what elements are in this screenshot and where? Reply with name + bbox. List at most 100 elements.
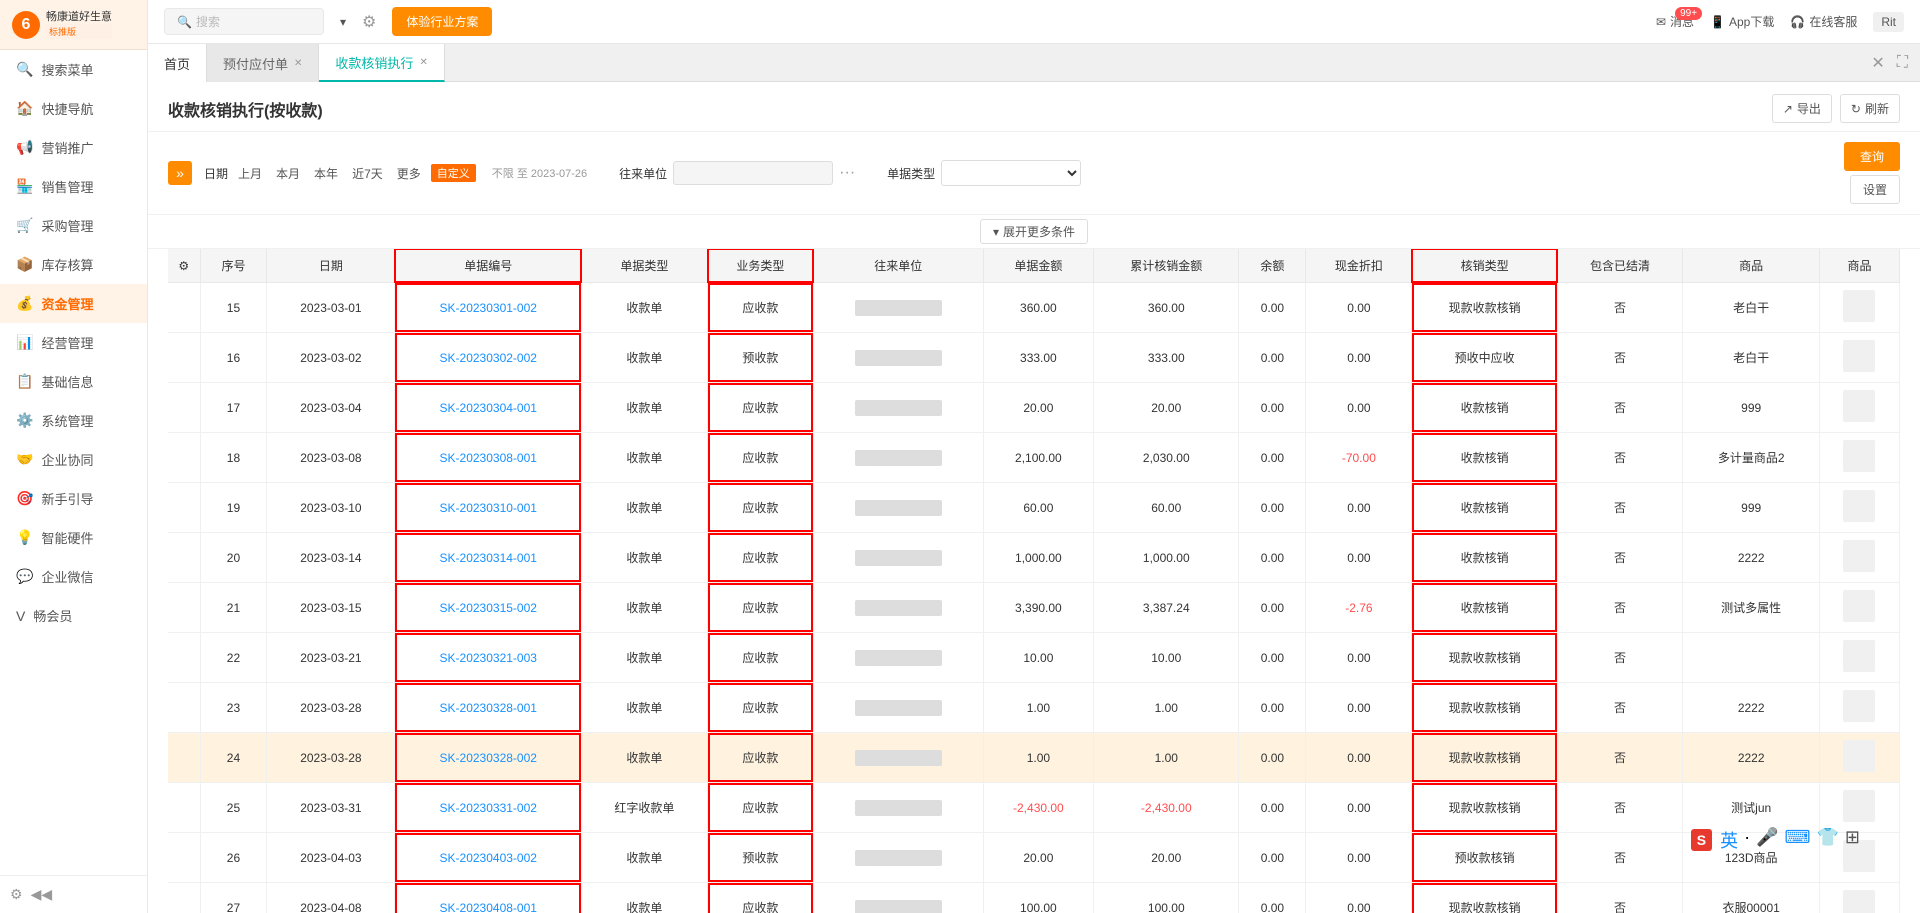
maximize-icon[interactable]: ⛶ xyxy=(1893,50,1912,76)
bill-no-link-7[interactable]: SK-20230321-003 xyxy=(440,651,537,665)
sidebar-item-hardware[interactable]: 💡 智能硬件 xyxy=(0,518,147,557)
sidebar-item-finance[interactable]: 💰 资金管理 xyxy=(0,284,147,323)
cell-no-6: 21 xyxy=(200,583,267,633)
cell-cumulative-9: 1.00 xyxy=(1094,733,1239,783)
date-more[interactable]: 更多 xyxy=(393,163,425,184)
cell-settings-0 xyxy=(168,283,200,333)
date-custom-label[interactable]: 自定义 xyxy=(431,164,476,182)
query-button[interactable]: 查询 xyxy=(1844,142,1900,171)
sidebar-item-sales[interactable]: 🏪 销售管理 xyxy=(0,167,147,206)
cell-no-4: 19 xyxy=(200,483,267,533)
cell-bill-no-3: SK-20230308-001 xyxy=(395,433,582,483)
cell-goods-img-4 xyxy=(1819,483,1899,533)
cell-bill-type-11: 收款单 xyxy=(582,833,708,883)
online-service-button[interactable]: 🎧 在线客服 xyxy=(1790,13,1857,30)
cell-include-settled-3: 否 xyxy=(1557,433,1683,483)
cell-settings-8 xyxy=(168,683,200,733)
th-counterpart: 往来单位 xyxy=(813,249,983,283)
sidebar-item-basic[interactable]: 📋 基础信息 xyxy=(0,362,147,401)
cell-cash-discount-5: 0.00 xyxy=(1306,533,1412,583)
tab-close-prepay[interactable]: ✕ xyxy=(294,58,302,69)
sidebar-item-marketing[interactable]: 📢 营销推广 xyxy=(0,128,147,167)
cell-settings-9 xyxy=(168,733,200,783)
sidebar-item-operation[interactable]: 📊 经营管理 xyxy=(0,323,147,362)
bill-type-select[interactable] xyxy=(941,160,1081,186)
cell-amount-1: 333.00 xyxy=(983,333,1094,383)
sidebar-item-member[interactable]: V 畅会员 xyxy=(0,596,147,635)
filter-more-dots[interactable]: ··· xyxy=(839,164,855,182)
cell-biz-type-10: 应收款 xyxy=(707,783,813,833)
watermark-logo: S xyxy=(1691,829,1712,851)
sidebar-item-wechat[interactable]: 💬 企业微信 xyxy=(0,557,147,596)
cell-settings-6 xyxy=(168,583,200,633)
refresh-button[interactable]: ↻ 刷新 xyxy=(1840,94,1900,123)
bill-no-link-5[interactable]: SK-20230314-001 xyxy=(440,551,537,565)
marketing-icon: 📢 xyxy=(16,139,33,156)
bill-no-link-12[interactable]: SK-20230408-001 xyxy=(440,901,537,913)
settings-bottom-icon[interactable]: ⚙ xyxy=(10,886,23,903)
bill-no-link-1[interactable]: SK-20230302-002 xyxy=(440,351,537,365)
cell-write-off-type-9: 现款收款核销 xyxy=(1412,733,1557,783)
refresh-icon: ↻ xyxy=(1851,102,1861,116)
watermark-icon-6: ⊞ xyxy=(1845,827,1860,853)
topbar-search-box[interactable]: 🔍 搜索 xyxy=(164,8,324,35)
date-last-month[interactable]: 上月 xyxy=(234,163,266,184)
th-write-off-type: 核销类型 xyxy=(1412,249,1557,283)
filter-settings-button[interactable]: 设置 xyxy=(1850,175,1900,204)
counterpart-input[interactable] xyxy=(673,161,833,185)
cell-goods-img-10 xyxy=(1819,783,1899,833)
bill-no-link-8[interactable]: SK-20230328-001 xyxy=(440,701,537,715)
collapse-icon[interactable]: ◀◀ xyxy=(31,886,53,903)
watermark-icon-4: ⌨ xyxy=(1785,827,1811,853)
bill-no-link-2[interactable]: SK-20230304-001 xyxy=(440,401,537,415)
cell-include-settled-5: 否 xyxy=(1557,533,1683,583)
sidebar-label-quicknav: 快捷导航 xyxy=(41,99,93,118)
th-bill-no: 单据编号 xyxy=(395,249,582,283)
export-button[interactable]: ↗ 导出 xyxy=(1772,94,1832,123)
tab-prepay[interactable]: 预付应付单✕ xyxy=(207,44,319,82)
sidebar-item-system[interactable]: ⚙️ 系统管理 xyxy=(0,401,147,440)
cell-settings-10 xyxy=(168,783,200,833)
cell-goods-3: 多计量商品2 xyxy=(1683,433,1820,483)
bill-no-link-4[interactable]: SK-20230310-001 xyxy=(440,501,537,515)
table-row: 19 2023-03-10 SK-20230310-001 收款单 应收款 ██… xyxy=(168,483,1900,533)
sidebar-item-purchase[interactable]: 🛒 采购管理 xyxy=(0,206,147,245)
app-download-button[interactable]: 📱 App下载 xyxy=(1710,13,1774,30)
sidebar-item-quicknav[interactable]: 🏠 快捷导航 xyxy=(0,89,147,128)
cell-bill-no-11: SK-20230403-002 xyxy=(395,833,582,883)
cell-no-1: 16 xyxy=(200,333,267,383)
cell-cumulative-2: 20.00 xyxy=(1094,383,1239,433)
bill-no-link-3[interactable]: SK-20230308-001 xyxy=(440,451,537,465)
cell-no-5: 20 xyxy=(200,533,267,583)
message-button[interactable]: ✉ 消息 99+ xyxy=(1656,13,1694,30)
inventory-icon: 📦 xyxy=(16,256,33,273)
cell-goods-8: 2222 xyxy=(1683,683,1820,733)
sidebar-item-corp[interactable]: 🤝 企业协同 xyxy=(0,440,147,479)
date-this-month[interactable]: 本月 xyxy=(272,163,304,184)
table-row: 25 2023-03-31 SK-20230331-002 红字收款单 应收款 … xyxy=(168,783,1900,833)
date-7days[interactable]: 近7天 xyxy=(348,163,387,184)
topbar-gear-icon[interactable]: ⚙ xyxy=(362,12,376,32)
sidebar-label-finance: 资金管理 xyxy=(41,294,93,313)
bill-no-link-10[interactable]: SK-20230331-002 xyxy=(440,801,537,815)
user-info[interactable]: Rit xyxy=(1873,12,1904,32)
tab-close-collection[interactable]: ✕ xyxy=(419,57,427,68)
tab-home[interactable]: 首页 xyxy=(148,44,207,82)
sidebar-item-inventory[interactable]: 📦 库存核算 xyxy=(0,245,147,284)
sidebar-label-guide: 新手引导 xyxy=(41,489,93,508)
bill-no-link-6[interactable]: SK-20230315-002 xyxy=(440,601,537,615)
bill-no-link-11[interactable]: SK-20230403-002 xyxy=(440,851,537,865)
expand-more-button[interactable]: ▾ 展开更多条件 xyxy=(980,219,1088,244)
cell-bill-no-2: SK-20230304-001 xyxy=(395,383,582,433)
topbar-dropdown[interactable]: ▾ xyxy=(340,15,346,29)
solution-button[interactable]: 体验行业方案 xyxy=(392,7,492,36)
th-settings[interactable]: ⚙ xyxy=(168,249,200,283)
close-tab-icon[interactable]: ✕ xyxy=(1867,49,1888,77)
bill-no-link-9[interactable]: SK-20230328-002 xyxy=(440,751,537,765)
tab-collection[interactable]: 收款核销执行✕ xyxy=(319,44,444,82)
date-this-year[interactable]: 本年 xyxy=(310,163,342,184)
filter-expand-button[interactable]: » xyxy=(168,161,192,185)
sidebar-item-guide[interactable]: 🎯 新手引导 xyxy=(0,479,147,518)
bill-no-link-0[interactable]: SK-20230301-002 xyxy=(440,301,537,315)
sidebar-item-search[interactable]: 🔍 搜索菜单 xyxy=(0,50,147,89)
